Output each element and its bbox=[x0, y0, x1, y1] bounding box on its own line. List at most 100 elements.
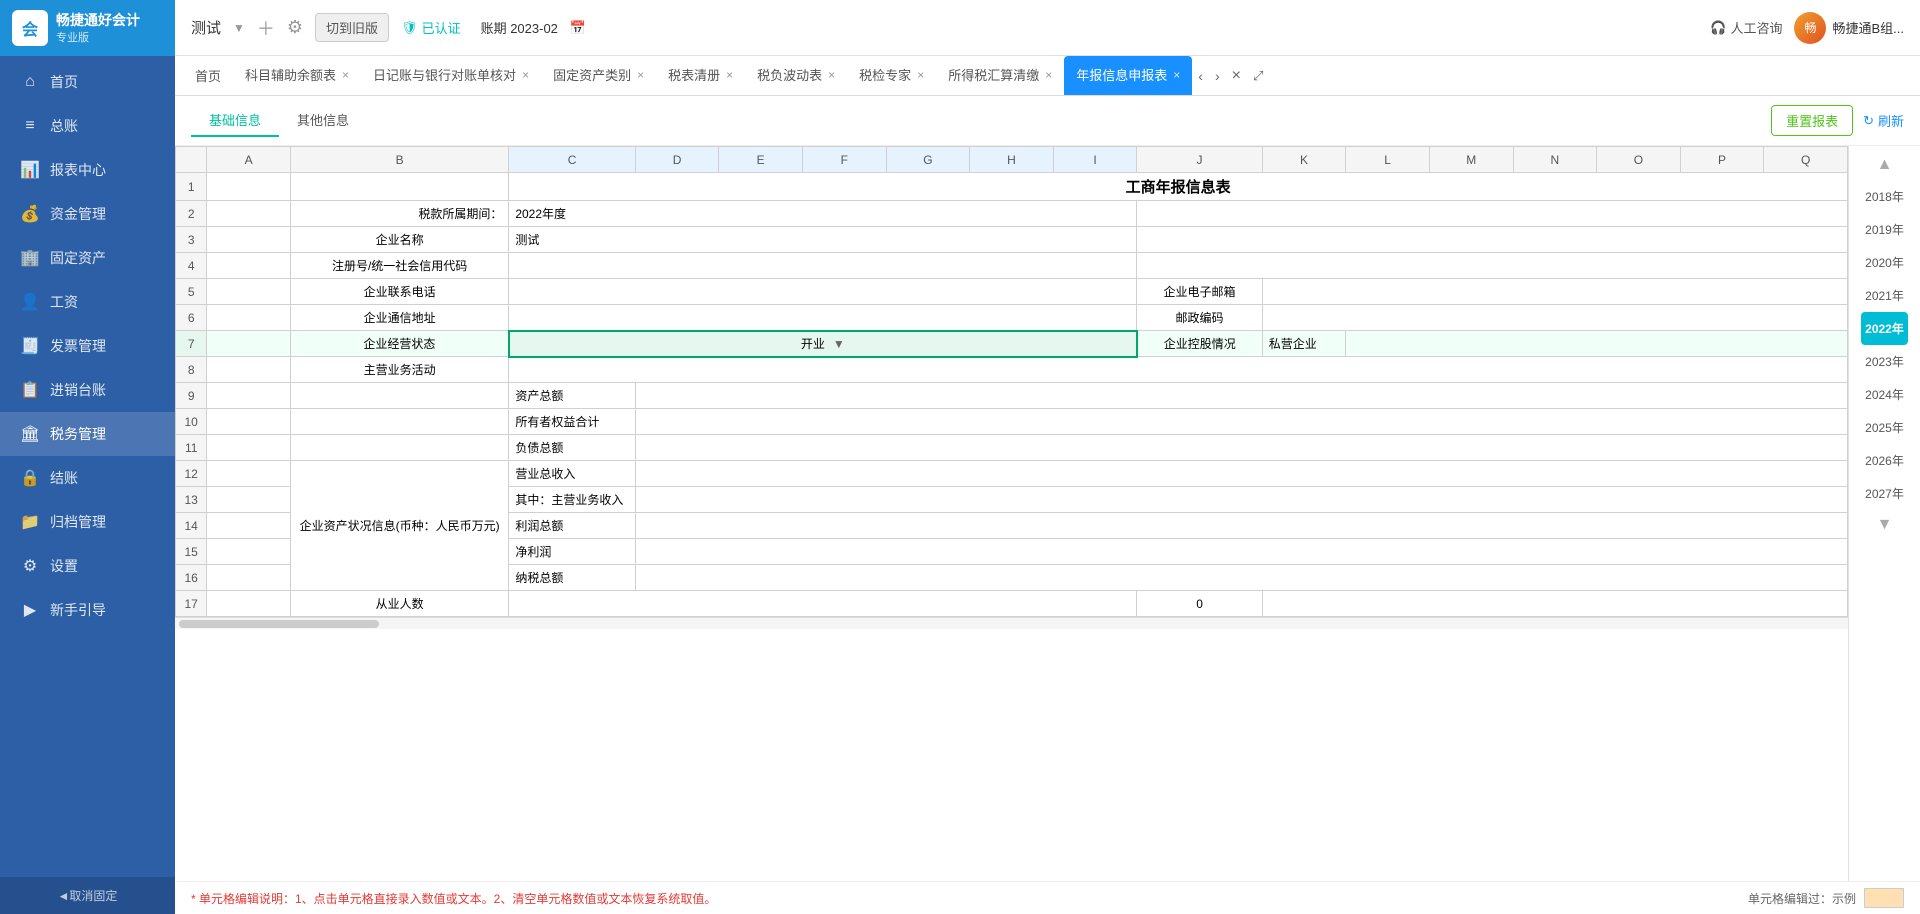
year-item-2022年[interactable]: 2022年 bbox=[1861, 312, 1908, 345]
tab-expand-button[interactable]: ⤢ bbox=[1247, 68, 1269, 84]
refresh-button[interactable]: ↻ 刷新 bbox=[1863, 111, 1904, 130]
year-item-2026年[interactable]: 2026年 bbox=[1861, 444, 1908, 477]
year-item-2019年[interactable]: 2019年 bbox=[1861, 213, 1908, 246]
cell-7-A[interactable] bbox=[207, 331, 291, 357]
sidebar-item-salary[interactable]: 👤工资 bbox=[0, 280, 175, 324]
tab-close-journal-bank[interactable]: × bbox=[522, 68, 529, 82]
cell-4-A[interactable] bbox=[207, 253, 291, 279]
sidebar-item-assets[interactable]: 🏢固定资产 bbox=[0, 236, 175, 280]
sidebar-item-funds[interactable]: 💰资金管理 bbox=[0, 192, 175, 236]
year-item-2023年[interactable]: 2023年 bbox=[1861, 345, 1908, 378]
cell-11-A[interactable] bbox=[207, 435, 291, 461]
cell-7-C[interactable]: 开业 ▼ bbox=[509, 331, 1137, 357]
year-nav-down[interactable]: ▼ bbox=[1849, 510, 1920, 540]
cell-2-A[interactable] bbox=[207, 201, 291, 227]
tab-close-tax-list[interactable]: × bbox=[726, 68, 733, 82]
cell-5-A[interactable] bbox=[207, 279, 291, 305]
cell-10-D[interactable] bbox=[635, 409, 1847, 435]
sidebar-item-ledger[interactable]: ≡总账 bbox=[0, 104, 175, 148]
cell-17-A[interactable] bbox=[207, 591, 291, 617]
tab-close-all-button[interactable]: × bbox=[1226, 67, 1247, 85]
cell-4-C[interactable] bbox=[509, 253, 1137, 279]
tab-annual-report[interactable]: 年报信息申报表× bbox=[1064, 56, 1192, 96]
cell-5-C[interactable] bbox=[509, 279, 1137, 305]
cell-17-K[interactable] bbox=[1262, 591, 1847, 617]
cell-12-D[interactable] bbox=[635, 461, 1847, 487]
tab-close-tax-expert[interactable]: × bbox=[917, 68, 924, 82]
sidebar-item-home[interactable]: ⌂首页 bbox=[0, 60, 175, 104]
tab-income-tax[interactable]: 所得税汇算清缴× bbox=[936, 56, 1064, 96]
cell-3-A[interactable] bbox=[207, 227, 291, 253]
cell-2-C[interactable]: 2022年度 bbox=[509, 201, 1137, 227]
tab-close-annual-report[interactable]: × bbox=[1173, 68, 1180, 82]
tab-fixed-category[interactable]: 固定资产类别× bbox=[541, 56, 656, 96]
cell-6-K[interactable] bbox=[1262, 305, 1847, 331]
form-tab-other[interactable]: 其他信息 bbox=[279, 104, 367, 137]
cell-8-C[interactable] bbox=[509, 357, 1848, 383]
year-item-2024年[interactable]: 2024年 bbox=[1861, 378, 1908, 411]
cell-3-C[interactable]: 测试 bbox=[509, 227, 1137, 253]
reset-button[interactable]: 重置报表 bbox=[1771, 105, 1853, 136]
sidebar-item-report[interactable]: 📊报表中心 bbox=[0, 148, 175, 192]
cell-9-B[interactable] bbox=[290, 383, 508, 409]
cell-1-B[interactable] bbox=[290, 173, 508, 201]
cell-15-A[interactable] bbox=[207, 539, 291, 565]
tab-close-tax-wave[interactable]: × bbox=[828, 68, 835, 82]
sidebar-item-close[interactable]: 🔒结账 bbox=[0, 456, 175, 500]
year-item-2027年[interactable]: 2027年 bbox=[1861, 477, 1908, 510]
cell-13-A[interactable] bbox=[207, 487, 291, 513]
cell-11-D[interactable] bbox=[635, 435, 1847, 461]
cell-8-A[interactable] bbox=[207, 357, 291, 383]
sidebar-item-inout[interactable]: 📋进销台账 bbox=[0, 368, 175, 412]
topbar-add-button[interactable]: ＋ bbox=[257, 15, 275, 41]
cell-7-K[interactable]: 私营企业 bbox=[1262, 331, 1346, 357]
tab-close-fixed-category[interactable]: × bbox=[637, 68, 644, 82]
dropdown-arrow-icon[interactable]: ▼ bbox=[833, 337, 845, 351]
year-nav-up[interactable]: ▲ bbox=[1849, 150, 1920, 180]
tab-close-aux-balance[interactable]: × bbox=[342, 68, 349, 82]
topbar-service-button[interactable]: 🎧 人工咨询 bbox=[1710, 18, 1782, 37]
cell-9-D[interactable] bbox=[635, 383, 1847, 409]
cell-11-B[interactable] bbox=[290, 435, 508, 461]
cell-15-D[interactable] bbox=[635, 539, 1847, 565]
cell-17-C[interactable] bbox=[509, 591, 1137, 617]
cell-16-D[interactable] bbox=[635, 565, 1847, 591]
cell-16-A[interactable] bbox=[207, 565, 291, 591]
cell-10-B[interactable] bbox=[290, 409, 508, 435]
tab-close-income-tax[interactable]: × bbox=[1045, 68, 1052, 82]
sidebar-item-archive[interactable]: 📁归档管理 bbox=[0, 500, 175, 544]
form-tab-basic[interactable]: 基础信息 bbox=[191, 104, 279, 137]
year-item-2020年[interactable]: 2020年 bbox=[1861, 246, 1908, 279]
cell-9-A[interactable] bbox=[207, 383, 291, 409]
cell-5-K[interactable] bbox=[1262, 279, 1847, 305]
cell-4-J[interactable] bbox=[1137, 253, 1848, 279]
horizontal-scrollbar[interactable] bbox=[175, 617, 1848, 629]
tab-aux-balance[interactable]: 科目辅助余额表× bbox=[233, 56, 361, 96]
cell-14-A[interactable] bbox=[207, 513, 291, 539]
calendar-icon[interactable]: 📅 bbox=[570, 20, 586, 36]
cell-10-A[interactable] bbox=[207, 409, 291, 435]
tab-nav-left[interactable]: ‹ bbox=[1192, 68, 1209, 84]
cell-6-A[interactable] bbox=[207, 305, 291, 331]
cell-7-L[interactable] bbox=[1346, 331, 1848, 357]
year-item-2021年[interactable]: 2021年 bbox=[1861, 279, 1908, 312]
tab-journal-bank[interactable]: 日记账与银行对账单核对× bbox=[361, 56, 541, 96]
sidebar-collapse-button[interactable]: ◄取消固定 bbox=[0, 877, 175, 914]
cell-3-J[interactable] bbox=[1137, 227, 1848, 253]
cell-2-J[interactable] bbox=[1137, 201, 1848, 227]
tab-tax-expert[interactable]: 税检专家× bbox=[847, 56, 936, 96]
cell-13-D[interactable] bbox=[635, 487, 1847, 513]
cell-12-A[interactable] bbox=[207, 461, 291, 487]
cell-1-A[interactable] bbox=[207, 173, 291, 201]
spreadsheet-container[interactable]: A B C D E F G H I J K L bbox=[175, 146, 1848, 881]
tab-tax-list[interactable]: 税表清册× bbox=[656, 56, 745, 96]
topbar-old-version-button[interactable]: 切到旧版 bbox=[315, 13, 389, 42]
tab-tax-wave[interactable]: 税负波动表× bbox=[745, 56, 847, 96]
sidebar-item-tax[interactable]: 🏛税务管理 bbox=[0, 412, 175, 456]
topbar-user[interactable]: 畅 畅捷通B组... bbox=[1794, 12, 1904, 44]
scroll-thumb[interactable] bbox=[179, 620, 379, 628]
tab-home[interactable]: 首页 bbox=[183, 66, 233, 85]
year-item-2018年[interactable]: 2018年 bbox=[1861, 180, 1908, 213]
cell-14-D[interactable] bbox=[635, 513, 1847, 539]
cell-6-C[interactable] bbox=[509, 305, 1137, 331]
